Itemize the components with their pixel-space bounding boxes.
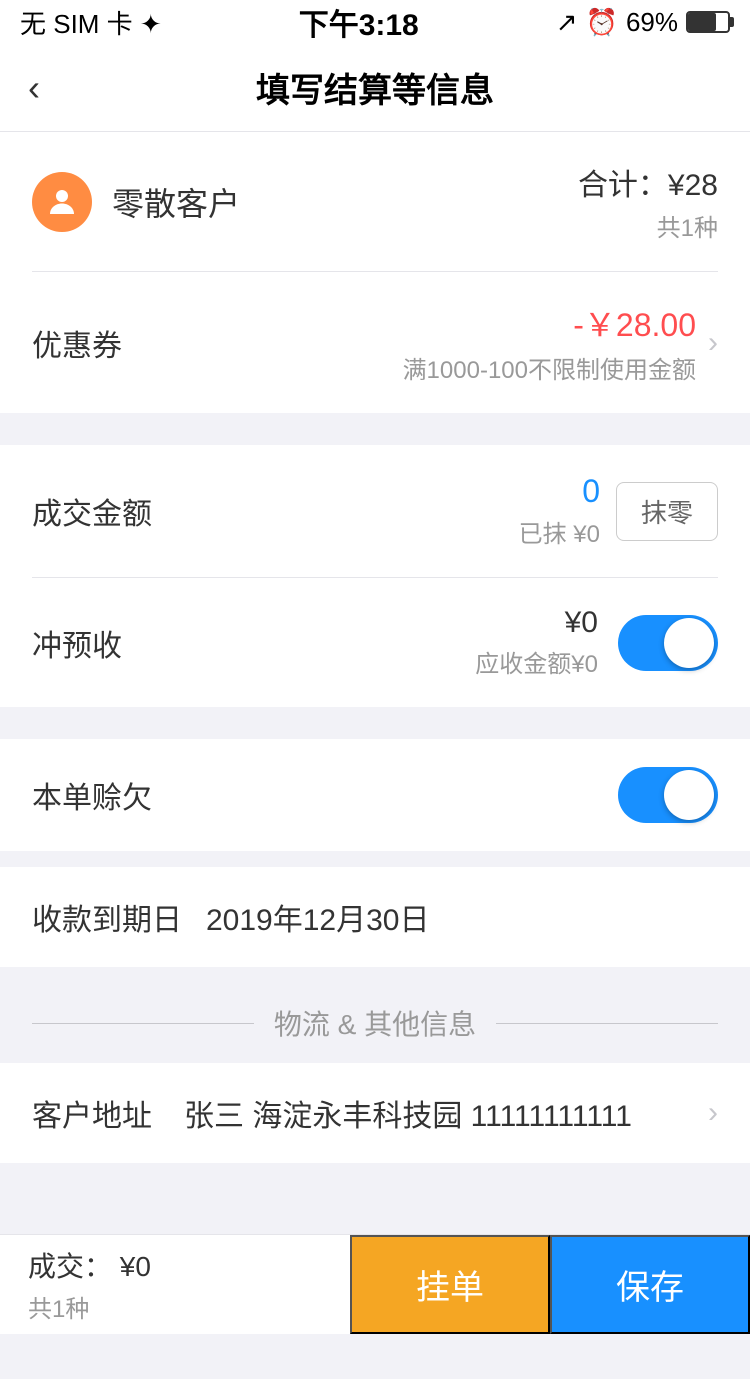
page-title: 填写结算等信息 — [256, 63, 494, 112]
debit-row: 本单赊欠 — [32, 739, 718, 851]
nav-bar: ‹ 填写结算等信息 — [0, 44, 750, 132]
coupon-right: -￥28.00 满1000-100不限制使用金额 › — [403, 300, 718, 385]
debit-toggle[interactable] — [618, 767, 718, 823]
due-date-value[interactable]: 2019年12月30日 — [206, 895, 429, 939]
prepayment-row: 冲预收 ¥0 应收金额¥0 — [32, 578, 718, 707]
coupon-description: 满1000-100不限制使用金额 — [403, 350, 696, 385]
due-date-row: 收款到期日 2019年12月30日 — [0, 867, 750, 967]
total-count: 共1种 — [578, 208, 718, 243]
debit-toggle-knob — [664, 770, 714, 820]
summary-amount: ¥0 — [120, 1251, 151, 1282]
transaction-label: 成交金额 — [32, 489, 152, 533]
due-date-label: 收款到期日 — [32, 895, 182, 939]
status-right: ↗ ⏰ 69% — [556, 7, 730, 38]
debit-label: 本单赊欠 — [32, 773, 152, 817]
form-section-transaction: 成交金额 0 已抹 ¥0 抹零 冲预收 ¥0 应收金额¥0 — [0, 445, 750, 707]
prepayment-amount: ¥0 — [475, 606, 598, 640]
debit-section: 本单赊欠 — [0, 739, 750, 851]
prepayment-right: ¥0 应收金额¥0 — [475, 606, 718, 679]
logistics-label: 物流 & 其他信息 — [274, 1003, 476, 1043]
transaction-value[interactable]: 0 — [519, 473, 600, 510]
logistics-section: 物流 & 其他信息 — [0, 983, 750, 1063]
prepayment-toggle[interactable] — [618, 615, 718, 671]
avatar — [32, 172, 92, 232]
address-label: 客户地址 — [32, 1091, 152, 1135]
chevron-right-icon: › — [708, 326, 718, 360]
logistics-divider: 物流 & 其他信息 — [32, 1003, 718, 1043]
gray-separator-2 — [0, 723, 750, 739]
prepayment-amounts: ¥0 应收金额¥0 — [475, 606, 598, 679]
status-left: 无 SIM 卡 ✦ — [20, 4, 162, 41]
gray-separator-1 — [0, 429, 750, 445]
prepayment-label: 冲预收 — [32, 621, 122, 665]
alarm-icon: ⏰ — [586, 7, 618, 38]
total-amount: 合计：¥28 — [578, 160, 718, 204]
status-time: 下午3:18 — [299, 0, 419, 44]
transaction-value-group: 0 已抹 ¥0 — [519, 473, 600, 549]
bottom-summary: 成交： ¥0 共1种 — [0, 1235, 350, 1334]
logistics-line-left — [32, 1023, 254, 1024]
summary-label: 成交： — [28, 1251, 112, 1282]
coupon-row[interactable]: 优惠券 -￥28.00 满1000-100不限制使用金额 › — [0, 272, 750, 413]
customer-info: 零散客户 — [32, 172, 240, 232]
location-icon: ↗ — [556, 7, 578, 38]
sim-status: 无 SIM 卡 ✦ — [20, 4, 162, 41]
prepayment-receivable: 应收金额¥0 — [475, 644, 598, 679]
coupon-discount: -￥28.00 — [403, 300, 696, 346]
status-bar: 无 SIM 卡 ✦ 下午3:18 ↗ ⏰ 69% — [0, 0, 750, 44]
summary-count: 共1种 — [28, 1289, 322, 1324]
address-row[interactable]: 客户地址 张三 海淀永丰科技园 11111111111 › — [0, 1063, 750, 1163]
battery-percent: 69% — [626, 7, 678, 38]
customer-section: 零散客户 合计：¥28 共1种 优惠券 -￥28.00 满1000-100不限制… — [0, 132, 750, 413]
customer-row: 零散客户 合计：¥28 共1种 — [0, 132, 750, 271]
battery-icon — [686, 11, 730, 33]
customer-totals: 合计：¥28 共1种 — [578, 160, 718, 243]
logistics-line-right — [496, 1023, 718, 1024]
back-button[interactable]: ‹ — [28, 67, 40, 109]
transaction-section: 成交金额 0 已抹 ¥0 抹零 冲预收 ¥0 应收金额¥0 — [0, 445, 750, 707]
form-section-debit: 本单赊欠 — [0, 739, 750, 851]
toggle-knob — [664, 618, 714, 668]
mozero-button[interactable]: 抹零 — [616, 482, 718, 541]
coupon-label: 优惠券 — [32, 321, 122, 365]
bottom-bar: 成交： ¥0 共1种 挂单 保存 — [0, 1234, 750, 1334]
hang-button[interactable]: 挂单 — [350, 1235, 550, 1334]
customer-name: 零散客户 — [112, 179, 240, 225]
bottom-summary-top: 成交： ¥0 — [28, 1245, 322, 1285]
transaction-sub: 已抹 ¥0 — [519, 514, 600, 549]
transaction-right: 0 已抹 ¥0 抹零 — [519, 473, 718, 549]
save-button[interactable]: 保存 — [550, 1235, 750, 1334]
user-icon — [44, 184, 80, 220]
address-value: 张三 海淀永丰科技园 11111111111 — [184, 1091, 708, 1135]
transaction-amount-row: 成交金额 0 已抹 ¥0 抹零 — [32, 445, 718, 578]
address-chevron-icon: › — [708, 1096, 718, 1130]
coupon-info: -￥28.00 满1000-100不限制使用金额 — [403, 300, 696, 385]
